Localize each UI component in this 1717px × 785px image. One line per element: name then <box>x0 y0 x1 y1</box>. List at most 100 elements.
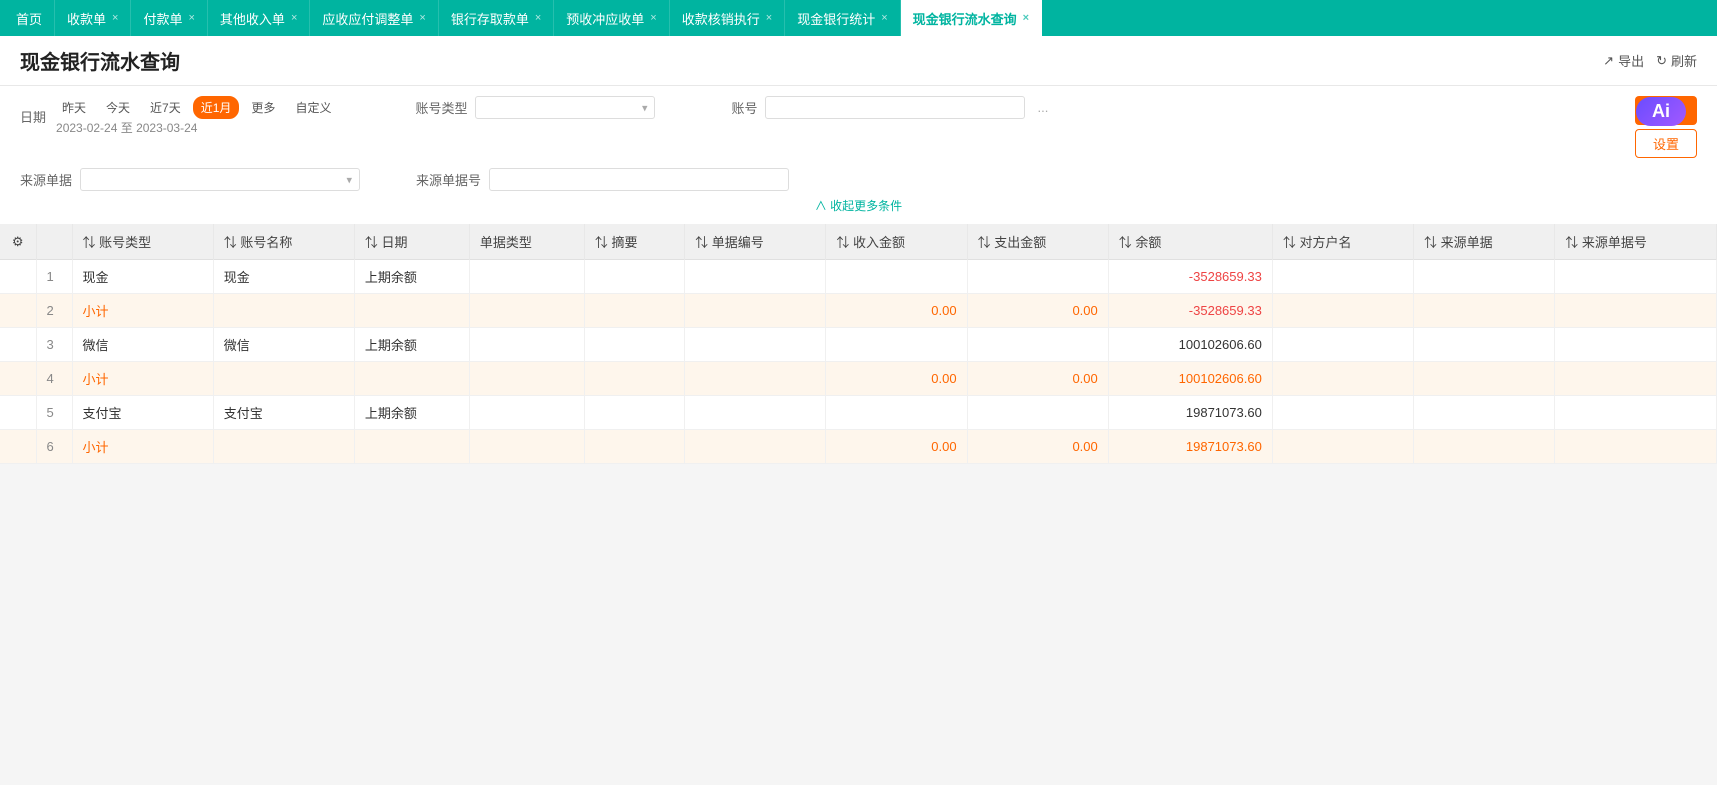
cell-balance: 100102606.60 <box>1108 362 1272 396</box>
col-expense[interactable]: ⇅ 支出金额 <box>967 224 1108 260</box>
close-other-income-icon[interactable]: × <box>291 12 297 24</box>
export-button[interactable]: ↗ 导出 <box>1603 51 1644 70</box>
cell-counterpart <box>1272 362 1413 396</box>
cell-sourceDocNo <box>1555 430 1717 464</box>
cell-expense: 0.00 <box>967 294 1108 328</box>
col-account-type[interactable]: ⇅ 账号类型 <box>72 224 213 260</box>
cell-accountType: 微信 <box>72 328 213 362</box>
close-payment-icon[interactable]: × <box>188 12 194 24</box>
cell-income: 0.00 <box>826 430 967 464</box>
row-gear-cell <box>0 260 36 294</box>
col-doc-type[interactable]: 单据类型 <box>469 224 584 260</box>
cell-sourceDocNo <box>1555 396 1717 430</box>
source-doc-select[interactable] <box>80 168 360 191</box>
account-ellipsis[interactable]: ... <box>1033 100 1052 115</box>
nav-other-income[interactable]: 其他收入单 × <box>208 0 310 36</box>
cell-sourceDoc <box>1414 294 1555 328</box>
col-gear[interactable]: ⚙ <box>0 224 36 260</box>
col-doc-no[interactable]: ⇅ 单据编号 <box>685 224 826 260</box>
cell-docNo <box>685 430 826 464</box>
nav-home[interactable]: 首页 <box>4 0 55 36</box>
cell-balance: -3528659.33 <box>1108 260 1272 294</box>
cell-income: 0.00 <box>826 294 967 328</box>
table-row: 2小计0.000.00-3528659.33 <box>0 294 1717 328</box>
cell-sourceDoc <box>1414 362 1555 396</box>
cell-balance: 19871073.60 <box>1108 430 1272 464</box>
col-source-doc-no[interactable]: ⇅ 来源单据号 <box>1555 224 1717 260</box>
table-header-row: ⚙ ⇅ 账号类型 ⇅ 账号名称 ⇅ 日期 单据类型 ⇅ <box>0 224 1717 260</box>
cell-accountType: 小计 <box>72 430 213 464</box>
cell-docType <box>469 430 584 464</box>
cell-accountName <box>213 430 354 464</box>
row-gear-cell <box>0 294 36 328</box>
cell-accountName: 现金 <box>213 260 354 294</box>
cell-accountName <box>213 362 354 396</box>
cell-sourceDocNo <box>1555 294 1717 328</box>
row-index: 1 <box>36 260 72 294</box>
cell-docNo <box>685 396 826 430</box>
date-option-more[interactable]: 更多 <box>243 96 283 119</box>
row-index: 6 <box>36 430 72 464</box>
col-index <box>36 224 72 260</box>
nav-adjustment[interactable]: 应收应付调整单 × <box>310 0 438 36</box>
cell-balance: 100102606.60 <box>1108 328 1272 362</box>
date-filter: 日期 昨天 今天 近7天 近1月 更多 自定义 2023-02-24 至 202… <box>20 96 339 136</box>
cell-summary <box>584 260 684 294</box>
top-nav: 首页 收款单 × 付款单 × 其他收入单 × 应收应付调整单 × 银行存取款单 … <box>0 0 1717 36</box>
nav-bank-stats[interactable]: 现金银行统计 × <box>785 0 900 36</box>
export-icon: ↗ <box>1603 53 1614 69</box>
close-prepay-icon[interactable]: × <box>650 12 656 24</box>
close-bank-flow-icon[interactable]: × <box>1023 12 1029 24</box>
date-option-1month[interactable]: 近1月 <box>193 96 240 119</box>
nav-prepay[interactable]: 预收冲应收单 × <box>554 0 669 36</box>
date-option-custom[interactable]: 自定义 <box>287 96 339 119</box>
row-gear-cell <box>0 328 36 362</box>
cell-docType <box>469 396 584 430</box>
cell-date: 上期余额 <box>354 396 469 430</box>
col-summary[interactable]: ⇅ 摘要 <box>584 224 684 260</box>
nav-receipt[interactable]: 收款单 × <box>55 0 131 36</box>
nav-payment[interactable]: 付款单 × <box>131 0 207 36</box>
close-bank-stats-icon[interactable]: × <box>881 12 887 24</box>
col-source-doc[interactable]: ⇅ 来源单据 <box>1414 224 1555 260</box>
cell-docType <box>469 260 584 294</box>
date-range: 2023-02-24 至 2023-03-24 <box>56 119 339 136</box>
collapse-bar[interactable]: ∧ 收起更多条件 <box>20 195 1697 220</box>
cell-date: 上期余额 <box>354 328 469 362</box>
nav-collection[interactable]: 收款核销执行 × <box>670 0 785 36</box>
col-balance[interactable]: ⇅ 余额 <box>1108 224 1272 260</box>
filter-section: 日期 昨天 今天 近7天 近1月 更多 自定义 2023-02-24 至 202… <box>0 86 1717 224</box>
settings-button[interactable]: 设置 <box>1635 129 1697 158</box>
refresh-icon: ↻ <box>1656 53 1667 69</box>
nav-bank-deposit[interactable]: 银行存取款单 × <box>439 0 554 36</box>
col-income[interactable]: ⇅ 收入金额 <box>826 224 967 260</box>
date-option-today[interactable]: 今天 <box>98 96 138 119</box>
cell-summary <box>584 396 684 430</box>
cell-income <box>826 328 967 362</box>
source-doc-num-input[interactable] <box>489 168 789 191</box>
cell-income <box>826 260 967 294</box>
account-input[interactable] <box>765 96 1025 119</box>
ai-badge[interactable]: Ai <box>1636 97 1686 126</box>
cell-sourceDocNo <box>1555 362 1717 396</box>
col-date[interactable]: ⇅ 日期 <box>354 224 469 260</box>
cell-date <box>354 362 469 396</box>
page-title: 现金银行流水查询 <box>20 46 180 75</box>
cell-accountName: 支付宝 <box>213 396 354 430</box>
col-account-name[interactable]: ⇅ 账号名称 <box>213 224 354 260</box>
cell-expense <box>967 328 1108 362</box>
account-type-select[interactable]: 现金 微信 支付宝 <box>475 96 655 119</box>
cell-expense <box>967 260 1108 294</box>
date-option-yesterday[interactable]: 昨天 <box>54 96 94 119</box>
row-index: 3 <box>36 328 72 362</box>
row-index: 4 <box>36 362 72 396</box>
close-collection-icon[interactable]: × <box>766 12 772 24</box>
col-counterpart[interactable]: ⇅ 对方户名 <box>1272 224 1413 260</box>
close-receipt-icon[interactable]: × <box>112 12 118 24</box>
refresh-button[interactable]: ↻ 刷新 <box>1656 51 1697 70</box>
nav-bank-flow[interactable]: 现金银行流水查询 × <box>901 0 1042 36</box>
close-bank-deposit-icon[interactable]: × <box>535 12 541 24</box>
cell-expense: 0.00 <box>967 430 1108 464</box>
close-adjustment-icon[interactable]: × <box>419 12 425 24</box>
date-option-7days[interactable]: 近7天 <box>142 96 189 119</box>
